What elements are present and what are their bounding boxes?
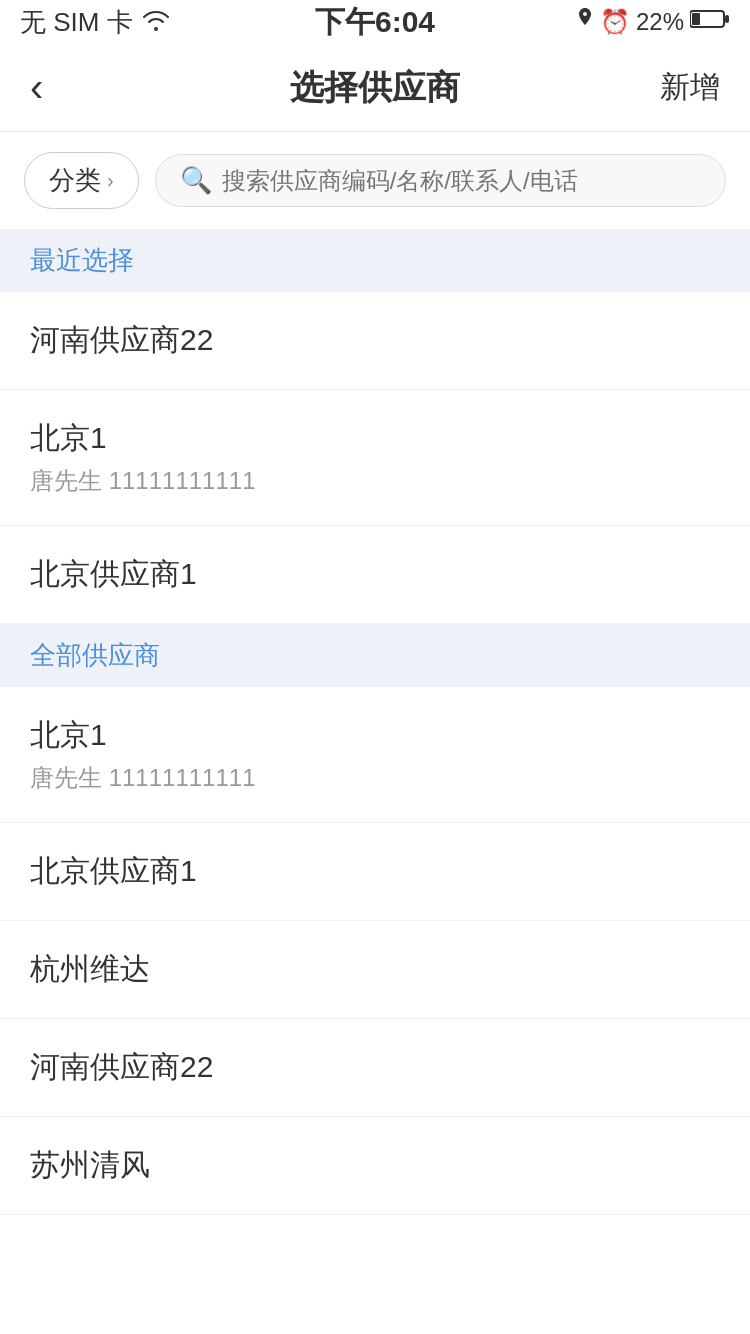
chevron-right-icon: ›: [107, 169, 114, 192]
item-sub: 唐先生 11111111111: [30, 762, 720, 794]
list-item[interactable]: 北京供应商1: [0, 526, 750, 624]
nav-bar: ‹ 选择供应商 新增: [0, 44, 750, 132]
item-name: 北京供应商1: [30, 554, 720, 595]
item-name: 北京1: [30, 418, 720, 459]
wifi-icon: [141, 7, 171, 38]
category-button[interactable]: 分类 ›: [24, 152, 139, 209]
battery-level: 22%: [636, 8, 684, 36]
item-name: 苏州清风: [30, 1145, 720, 1186]
filter-bar: 分类 › 🔍: [0, 132, 750, 229]
status-bar: 无 SIM 卡 下午6:04 ⏰ 22%: [0, 0, 750, 44]
search-input[interactable]: [222, 167, 701, 195]
list-item[interactable]: 北京1 唐先生 11111111111: [0, 390, 750, 526]
status-left: 无 SIM 卡: [20, 5, 171, 40]
all-list: 北京1 唐先生 11111111111 北京供应商1 杭州维达河南供应商22 苏州清风: [0, 687, 750, 1215]
item-sub: 唐先生 11111111111: [30, 465, 720, 497]
status-time: 下午6:04: [315, 2, 435, 43]
status-right: ⏰ 22%: [576, 8, 730, 36]
battery-icon: [690, 8, 730, 36]
page-title: 选择供应商: [290, 65, 460, 111]
item-name: 河南供应商22: [30, 320, 720, 361]
svg-rect-2: [725, 15, 729, 23]
location-icon: [576, 8, 594, 36]
svg-rect-1: [692, 13, 700, 25]
list-item[interactable]: 苏州清风: [0, 1117, 750, 1215]
recent-list: 河南供应商22 北京1 唐先生 11111111111 北京供应商1: [0, 292, 750, 624]
sim-status: 无 SIM 卡: [20, 5, 133, 40]
search-box: 🔍: [155, 154, 726, 207]
list-item[interactable]: 河南供应商22: [0, 1019, 750, 1117]
item-name: 北京供应商1: [30, 851, 720, 892]
category-label: 分类: [49, 163, 101, 198]
back-button[interactable]: ‹: [30, 65, 90, 110]
item-name: 河南供应商22: [30, 1047, 720, 1088]
item-name: 杭州维达: [30, 949, 720, 990]
add-button[interactable]: 新增: [660, 67, 720, 108]
list-item[interactable]: 河南供应商22: [0, 292, 750, 390]
list-item[interactable]: 北京供应商1: [0, 823, 750, 921]
list-item[interactable]: 北京1 唐先生 11111111111: [0, 687, 750, 823]
list-item[interactable]: 杭州维达: [0, 921, 750, 1019]
alarm-icon: ⏰: [600, 8, 630, 36]
recent-section-header: 最近选择: [0, 229, 750, 292]
all-section-header: 全部供应商: [0, 624, 750, 687]
search-icon: 🔍: [180, 165, 212, 196]
item-name: 北京1: [30, 715, 720, 756]
